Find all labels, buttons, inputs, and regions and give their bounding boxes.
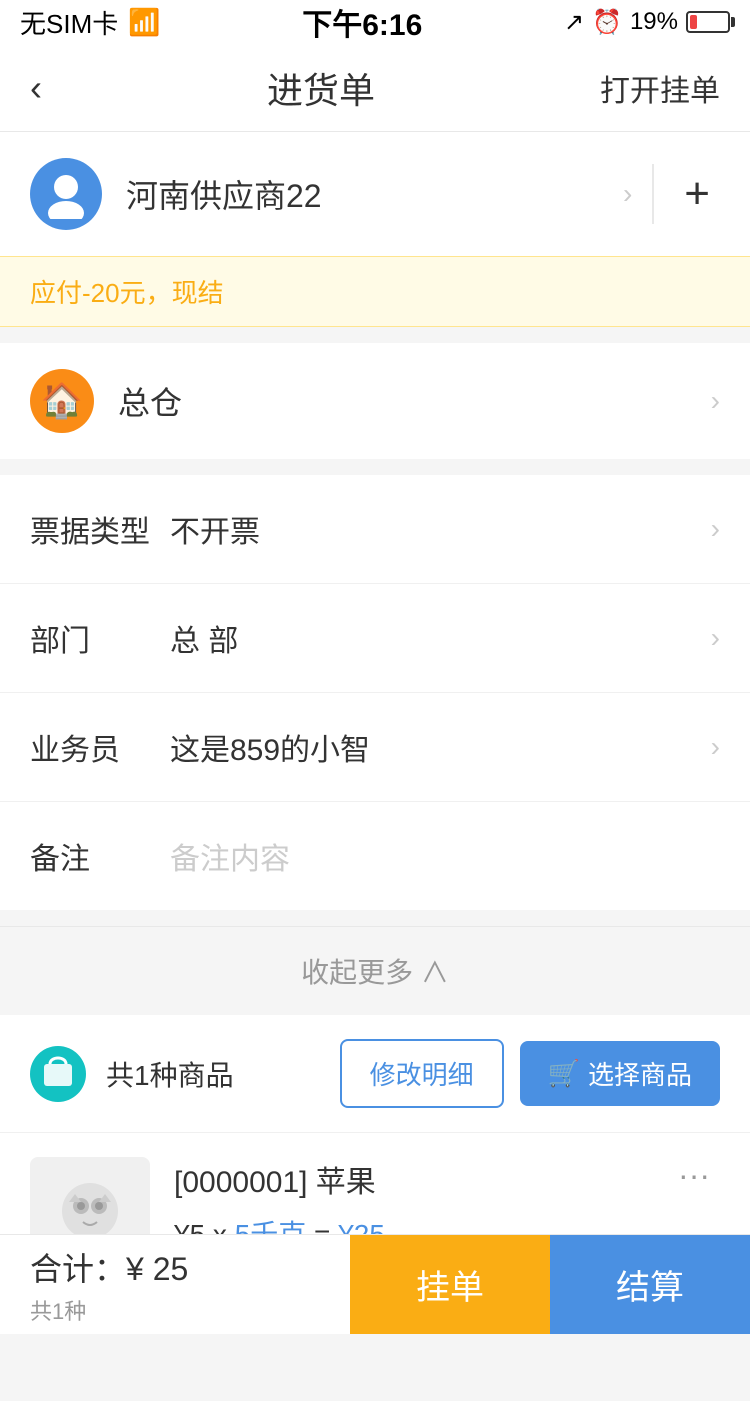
department-row[interactable]: 部门 总 部 › — [0, 584, 750, 693]
product-header: 共1种商品 修改明细 🛒 选择商品 — [0, 1015, 750, 1133]
cart-icon-small: 🛒 — [548, 1058, 580, 1089]
supplier-row[interactable]: 河南供应商22 › + — [0, 132, 750, 256]
remark-label: 备注 — [30, 834, 170, 878]
page-title: 进货单 — [267, 62, 375, 114]
warehouse-name: 总仓 — [118, 378, 711, 424]
salesman-value: 这是859的小智 — [170, 725, 711, 769]
carrier-text: 无SIM卡 — [20, 4, 118, 41]
wifi-icon: 📶 — [128, 7, 160, 38]
edit-detail-button[interactable]: 修改明细 — [340, 1039, 504, 1108]
status-left: 无SIM卡 📶 — [20, 4, 161, 41]
location-icon: ↗ — [564, 8, 584, 37]
footer-total: 合计：¥ 25 共1种 — [0, 1235, 350, 1334]
ticket-type-label: 票据类型 — [30, 507, 170, 551]
status-time: 下午6:16 — [302, 0, 422, 44]
warehouse-chevron-icon: › — [711, 385, 720, 417]
product-cart-icon — [40, 1056, 76, 1092]
main-content: 河南供应商22 › + 应付-20元，现结 🏠 总仓 › 票据类型 不开票 › … — [0, 132, 750, 1401]
department-chevron-icon: › — [711, 622, 720, 654]
remark-row[interactable]: 备注 备注内容 — [0, 802, 750, 910]
battery-percent: 19% — [630, 8, 678, 36]
supplier-notice: 应付-20元，现结 — [0, 256, 750, 327]
supplier-info: 河南供应商22 — [126, 171, 623, 217]
footer-total-value: ¥ 25 — [126, 1251, 188, 1287]
department-label: 部门 — [30, 616, 170, 660]
product-title: 苹果 — [316, 1166, 376, 1199]
nav-bar: ‹ 进货单 打开挂单 — [0, 44, 750, 132]
battery-icon — [686, 11, 730, 33]
ticket-type-chevron-icon: › — [711, 513, 720, 545]
collapse-bar[interactable]: 收起更多 ∧ — [0, 926, 750, 1015]
footer-total-label: 合计： — [30, 1251, 126, 1287]
select-product-button[interactable]: 🛒 选择商品 — [520, 1041, 720, 1106]
ticket-type-row[interactable]: 票据类型 不开票 › — [0, 475, 750, 584]
status-bar: 无SIM卡 📶 下午6:16 ↗ ⏰ 19% — [0, 0, 750, 44]
product-count-label: 共1种商品 — [106, 1054, 340, 1094]
remark-input[interactable]: 备注内容 — [170, 834, 720, 878]
open-suspend-button[interactable]: 打开挂单 — [600, 66, 720, 110]
salesman-chevron-icon: › — [711, 731, 720, 763]
checkout-button[interactable]: 结算 — [550, 1235, 750, 1334]
warehouse-row[interactable]: 🏠 总仓 › — [0, 343, 750, 459]
salesman-label: 业务员 — [30, 725, 170, 769]
product-code: [0000001] — [174, 1166, 316, 1199]
product-header-icon — [30, 1046, 86, 1102]
battery-fill — [690, 15, 697, 29]
suspend-button[interactable]: 挂单 — [350, 1235, 550, 1334]
warehouse-icon-inner: 🏠 — [41, 381, 83, 421]
warehouse-section: 🏠 总仓 › — [0, 343, 750, 459]
supplier-avatar — [30, 158, 102, 230]
alarm-icon: ⏰ — [592, 8, 622, 37]
salesman-row[interactable]: 业务员 这是859的小智 › — [0, 693, 750, 802]
avatar-svg — [41, 169, 91, 219]
supplier-add-button[interactable]: + — [674, 169, 720, 219]
footer-total-amount: 合计：¥ 25 — [30, 1244, 320, 1290]
product-more-button[interactable]: ··· — [668, 1157, 720, 1194]
ticket-type-value: 不开票 — [170, 507, 711, 551]
supplier-divider — [652, 164, 654, 224]
warehouse-icon: 🏠 — [30, 369, 94, 433]
back-button[interactable]: ‹ — [30, 67, 42, 109]
department-value: 总 部 — [170, 616, 711, 660]
supplier-chevron-icon: › — [623, 178, 632, 210]
status-right: ↗ ⏰ 19% — [564, 8, 730, 37]
select-product-label: 选择商品 — [588, 1055, 692, 1092]
supplier-section: 河南供应商22 › + 应付-20元，现结 — [0, 132, 750, 327]
form-section: 票据类型 不开票 › 部门 总 部 › 业务员 这是859的小智 › 备注 备注… — [0, 475, 750, 910]
supplier-name: 河南供应商22 — [126, 171, 623, 217]
footer: 合计：¥ 25 共1种 挂单 结算 — [0, 1234, 750, 1334]
footer-total-count: 共1种 — [30, 1294, 320, 1326]
product-name: [0000001] 苹果 — [174, 1157, 668, 1201]
